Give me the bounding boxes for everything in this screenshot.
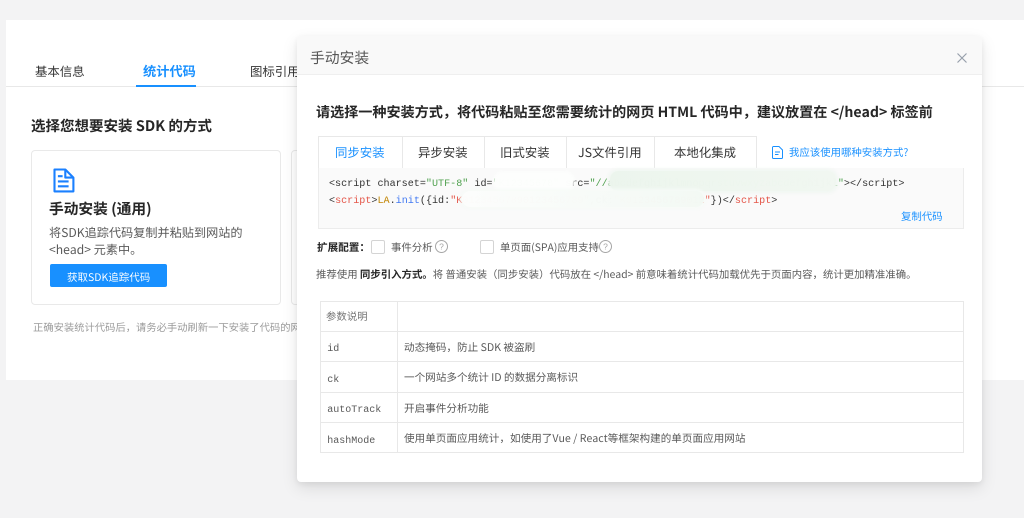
svg-text:?: ? (439, 241, 444, 251)
svg-text:?: ? (603, 241, 608, 251)
